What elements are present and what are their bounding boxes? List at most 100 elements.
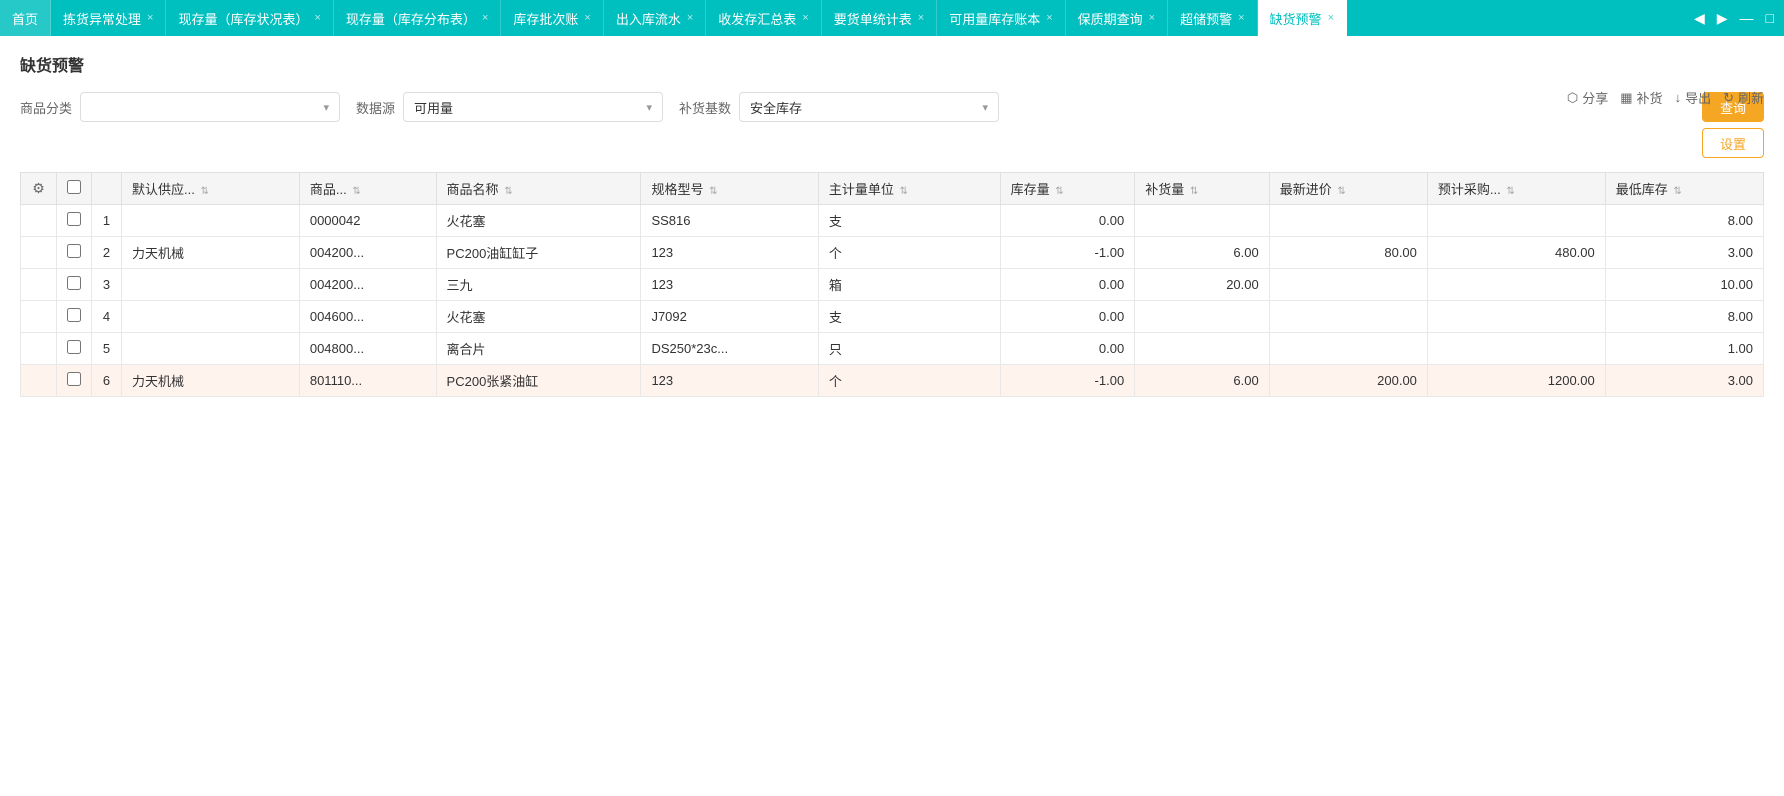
nav-picking-close[interactable]: ×	[147, 12, 153, 24]
replenish-select-value: 安全库存	[750, 98, 974, 117]
nav-demand[interactable]: 要货单统计表 ×	[822, 0, 937, 36]
category-select[interactable]: ▾	[80, 92, 340, 122]
row-index: 1	[92, 205, 122, 237]
refresh-button[interactable]: ↻ 刷新	[1723, 88, 1764, 107]
nav-batch-close[interactable]: ×	[584, 12, 590, 24]
row-checkbox-cell[interactable]	[57, 205, 92, 237]
settings-button[interactable]: 设置	[1702, 128, 1764, 158]
row-min-stock: 10.00	[1605, 269, 1763, 301]
col-stock[interactable]: 库存量 ⇅	[1000, 173, 1135, 205]
row-checkbox-cell[interactable]	[57, 237, 92, 269]
datasource-filter-group: 数据源 可用量 ▾	[356, 92, 663, 122]
nav-inventory-dist-close[interactable]: ×	[482, 12, 488, 24]
replenish-filter-group: 补货基数 安全库存 ▾	[679, 92, 999, 122]
nav-shortage-close[interactable]: ×	[1328, 12, 1334, 24]
nav-maximize[interactable]: □	[1760, 6, 1780, 30]
nav-picking[interactable]: 拣货异常处理 ×	[51, 0, 166, 36]
select-all-checkbox[interactable]	[67, 180, 81, 194]
table-row: 5 004800... 离合片 DS250*23c... 只 0.00 1.00	[21, 333, 1764, 365]
row-code: 0000042	[299, 205, 436, 237]
row-latest-price	[1269, 333, 1427, 365]
row-estimated: 480.00	[1427, 237, 1605, 269]
col-replenish[interactable]: 补货量 ⇅	[1135, 173, 1270, 205]
col-code[interactable]: 商品... ⇅	[299, 173, 436, 205]
row-settings-cell	[21, 205, 57, 237]
nav-available[interactable]: 可用量库存账本 ×	[937, 0, 1065, 36]
row-latest-price	[1269, 205, 1427, 237]
refresh-icon: ↻	[1723, 90, 1734, 106]
nav-inventory-status-close[interactable]: ×	[314, 12, 320, 24]
settings-gear-icon[interactable]: ⚙	[32, 180, 45, 197]
col-estimated[interactable]: 预计采购... ⇅	[1427, 173, 1605, 205]
row-settings-cell	[21, 333, 57, 365]
refresh-label: 刷新	[1738, 88, 1764, 107]
nav-inventory-dist[interactable]: 现存量（库存分布表） ×	[334, 0, 501, 36]
col-settings[interactable]: ⚙	[21, 173, 57, 205]
page-title: 缺货预警	[20, 52, 1764, 76]
latest-price-sort-icon: ⇅	[1337, 186, 1345, 197]
col-latest-price[interactable]: 最新进价 ⇅	[1269, 173, 1427, 205]
row-unit: 箱	[818, 269, 1000, 301]
row-code: 004800...	[299, 333, 436, 365]
row-replenish: 20.00	[1135, 269, 1270, 301]
nav-summary[interactable]: 收发存汇总表 ×	[706, 0, 821, 36]
row-checkbox-cell[interactable]	[57, 301, 92, 333]
row-spec: SS816	[641, 205, 818, 237]
nav-shortage[interactable]: 缺货预警 ×	[1258, 0, 1347, 36]
nav-shortage-label: 缺货预警	[1270, 9, 1322, 28]
row-checkbox[interactable]	[67, 308, 81, 322]
nav-flow[interactable]: 出入库流水 ×	[604, 0, 706, 36]
row-replenish: 6.00	[1135, 237, 1270, 269]
col-name[interactable]: 商品名称 ⇅	[436, 173, 641, 205]
share-button[interactable]: ⬡ 分享	[1567, 88, 1608, 107]
nav-summary-close[interactable]: ×	[802, 12, 808, 24]
nav-available-close[interactable]: ×	[1046, 12, 1052, 24]
row-unit: 支	[818, 301, 1000, 333]
nav-flow-close[interactable]: ×	[687, 12, 693, 24]
col-unit[interactable]: 主计量单位 ⇅	[818, 173, 1000, 205]
row-stock: -1.00	[1000, 237, 1135, 269]
table-header-row: ⚙ 默认供应... ⇅ 商品... ⇅ 商品名称 ⇅	[21, 173, 1764, 205]
row-checkbox[interactable]	[67, 212, 81, 226]
row-min-stock: 1.00	[1605, 333, 1763, 365]
row-checkbox[interactable]	[67, 372, 81, 386]
col-supplier[interactable]: 默认供应... ⇅	[122, 173, 300, 205]
row-checkbox-cell[interactable]	[57, 269, 92, 301]
nav-picking-label: 拣货异常处理	[63, 9, 141, 28]
nav-expiry-close[interactable]: ×	[1149, 12, 1155, 24]
replenish-icon: ▦	[1620, 90, 1632, 106]
col-spec[interactable]: 规格型号 ⇅	[641, 173, 818, 205]
nav-minimize[interactable]: —	[1734, 6, 1760, 30]
row-checkbox-cell[interactable]	[57, 365, 92, 397]
nav-inventory-status[interactable]: 现存量（库存状况表） ×	[166, 0, 333, 36]
nav-prev-arrow[interactable]: ◀	[1688, 6, 1711, 31]
row-checkbox-cell[interactable]	[57, 333, 92, 365]
nav-home[interactable]: 首页	[0, 0, 51, 36]
share-icon: ⬡	[1567, 90, 1578, 106]
nav-overstock-close[interactable]: ×	[1238, 12, 1244, 24]
row-index: 2	[92, 237, 122, 269]
replenish-button[interactable]: ▦ 补货	[1620, 88, 1662, 107]
nav-demand-close[interactable]: ×	[918, 12, 924, 24]
row-supplier	[122, 269, 300, 301]
replenish-select[interactable]: 安全库存 ▾	[739, 92, 999, 122]
nav-inventory-status-label: 现存量（库存状况表）	[178, 9, 308, 28]
row-latest-price: 200.00	[1269, 365, 1427, 397]
row-checkbox[interactable]	[67, 276, 81, 290]
nav-batch[interactable]: 库存批次账 ×	[501, 0, 603, 36]
row-min-stock: 8.00	[1605, 301, 1763, 333]
nav-home-label: 首页	[12, 9, 38, 28]
min-stock-sort-icon: ⇅	[1673, 186, 1681, 197]
nav-next-arrow[interactable]: ▶	[1711, 6, 1734, 31]
row-estimated	[1427, 205, 1605, 237]
estimated-sort-icon: ⇅	[1506, 186, 1514, 197]
row-checkbox[interactable]	[67, 244, 81, 258]
nav-batch-label: 库存批次账	[513, 9, 578, 28]
col-min-stock[interactable]: 最低库存 ⇅	[1605, 173, 1763, 205]
export-button[interactable]: ↓ 导出	[1675, 88, 1712, 107]
nav-overstock[interactable]: 超储预警 ×	[1168, 0, 1257, 36]
datasource-select[interactable]: 可用量 ▾	[403, 92, 663, 122]
row-checkbox[interactable]	[67, 340, 81, 354]
nav-expiry[interactable]: 保质期查询 ×	[1066, 0, 1168, 36]
row-spec: 123	[641, 237, 818, 269]
